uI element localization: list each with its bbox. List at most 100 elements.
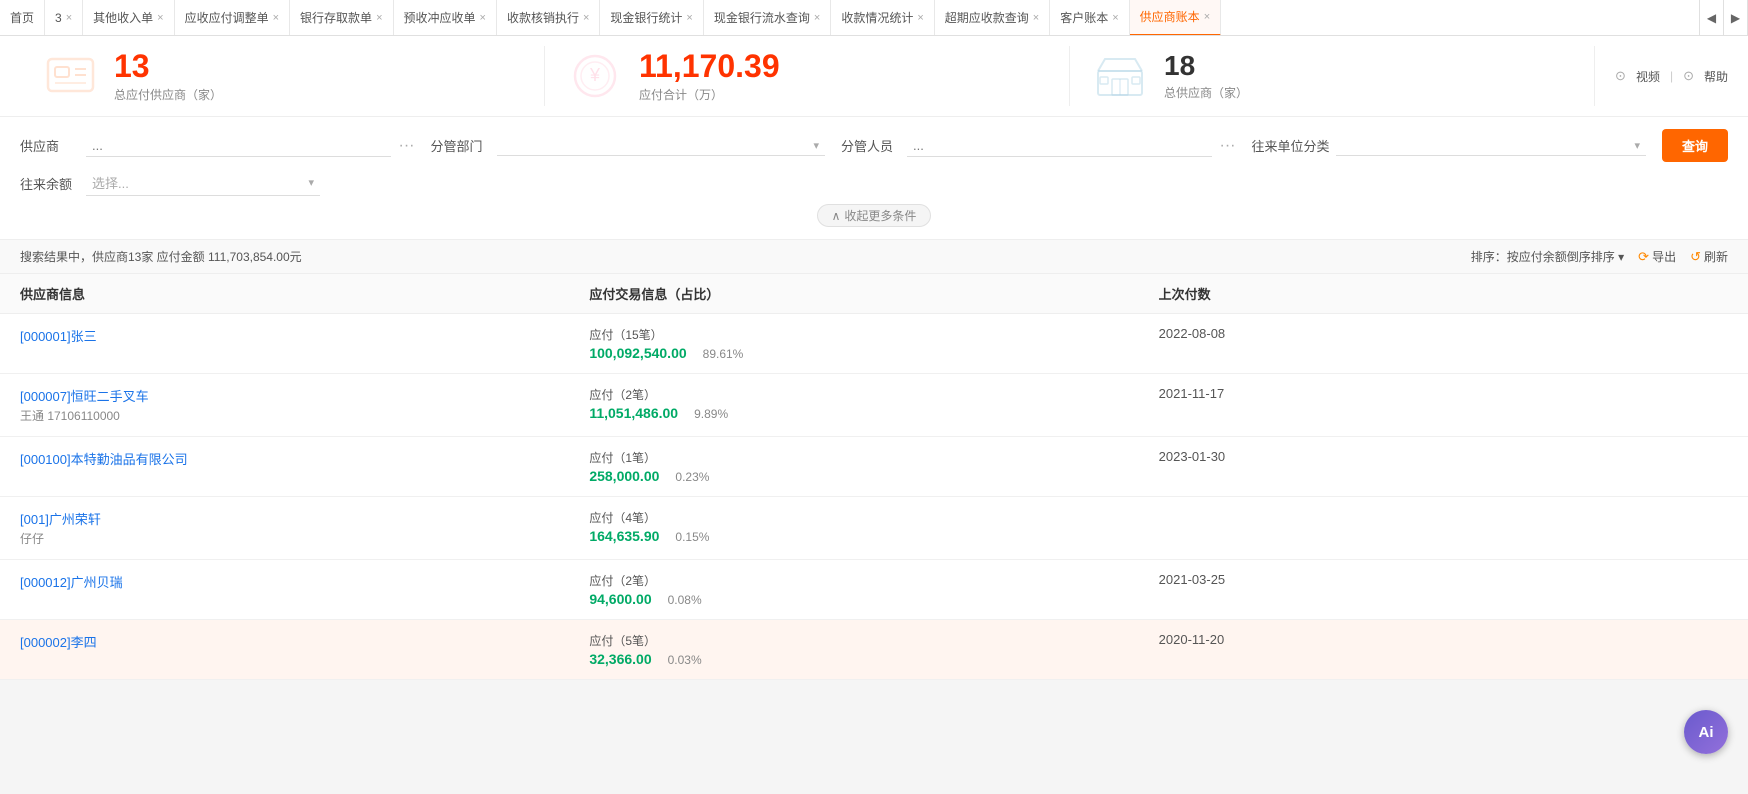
supplier-link[interactable]: [000012]广州贝瑞: [20, 575, 123, 590]
summary-bar: 13 总应付供应商（家） ¥ 11,170.39 应付合计（万）: [0, 36, 1748, 117]
table-row: [000100]本特勤油品有限公司 应付（1笔） 258,000.00 0.23…: [0, 437, 1748, 497]
refresh-icon: ↺: [1690, 249, 1701, 265]
close-icon[interactable]: ×: [1033, 12, 1039, 24]
nav-tab-cash-bank-stat[interactable]: 现金银行统计 ×: [600, 0, 703, 36]
nav-tab-prepay-ar[interactable]: 预收冲应收单 ×: [394, 0, 497, 36]
summary-card-total-suppliers: 18 总供应商（家）: [1070, 46, 1595, 106]
tx-percent: 9.89%: [694, 407, 728, 421]
tx-amount: 164,635.90: [589, 528, 659, 544]
nav-tab-receipt-stat[interactable]: 收款情况统计 ×: [831, 0, 934, 36]
balance-select[interactable]: 选择... ▾: [86, 170, 320, 196]
supplier-link[interactable]: [000002]李四: [20, 635, 97, 650]
table-row: [000007]恒旺二手叉车 王通 17106110000 应付（2笔） 11,…: [0, 374, 1748, 437]
sort-arrow-icon: ▾: [1618, 250, 1624, 264]
ai-button[interactable]: Ai: [1684, 710, 1728, 754]
person-input[interactable]: [907, 135, 1212, 157]
tx-label: 应付（2笔）: [589, 572, 1158, 589]
supplier-info-cell: [000100]本特勤油品有限公司: [20, 449, 589, 468]
unit-type-select[interactable]: ▾: [1336, 136, 1646, 156]
tx-row: 164,635.90 0.15%: [589, 526, 1158, 544]
close-icon[interactable]: ×: [583, 12, 589, 24]
dept-select[interactable]: ▾: [497, 136, 826, 156]
supplier-link[interactable]: [001]广州荣轩: [20, 512, 101, 527]
help-link[interactable]: 帮助: [1704, 68, 1728, 85]
supplier-link[interactable]: [000007]恒旺二手叉车: [20, 389, 149, 404]
close-icon[interactable]: ×: [376, 12, 382, 24]
close-icon[interactable]: ×: [814, 12, 820, 24]
tx-info-cell: 应付（1笔） 258,000.00 0.23%: [589, 449, 1158, 484]
collapse-label: 收起更多条件: [844, 207, 916, 224]
sort-label: 排序：按应付余额倒序排序: [1471, 250, 1615, 264]
nav-tab-cash-bank-query-label: 现金银行流水查询: [714, 9, 810, 26]
filter-balance: 往来余额 选择... ▾: [20, 170, 320, 196]
close-icon[interactable]: ×: [1204, 11, 1210, 23]
collapse-button[interactable]: ∧ 收起更多条件: [817, 204, 932, 227]
chevron-down-icon: ▾: [1634, 139, 1640, 152]
nav-tab-cash-bank-query[interactable]: 现金银行流水查询 ×: [704, 0, 831, 36]
person-filter-label: 分管人员: [841, 136, 901, 155]
nav-tab-other-income[interactable]: 其他收入单 ×: [83, 0, 174, 36]
filter-row-2: 往来余额 选择... ▾: [20, 170, 1728, 196]
close-icon[interactable]: ×: [273, 12, 279, 24]
unit-type-filter-label: 往来单位分类: [1252, 136, 1330, 155]
nav-tab-customer-ledger[interactable]: 客户账本 ×: [1050, 0, 1129, 36]
supplier-info-cell: [000002]李四: [20, 632, 589, 651]
table-row: [000012]广州贝瑞 应付（2笔） 94,600.00 0.08% 2021…: [0, 560, 1748, 620]
close-icon[interactable]: ×: [686, 12, 692, 24]
nav-tab-receipt-verify-label: 收款核销执行: [507, 9, 579, 26]
nav-arrow-left[interactable]: ◀: [1700, 0, 1724, 36]
last-pay-cell: 2021-03-25: [1159, 572, 1728, 587]
ai-label: Ai: [1699, 724, 1714, 741]
supplier-link[interactable]: [000001]张三: [20, 329, 97, 344]
nav-arrow-right[interactable]: ▶: [1724, 0, 1748, 36]
supplier-info-cell: [000012]广州贝瑞: [20, 572, 589, 591]
nav-tab-receipt-verify[interactable]: 收款核销执行 ×: [497, 0, 600, 36]
nav-tab-bank-deposit[interactable]: 银行存取款单 ×: [290, 0, 393, 36]
tx-label: 应付（15笔）: [589, 326, 1158, 343]
nav-arrows: ◀ ▶: [1699, 0, 1748, 36]
table-row: [001]广州荣轩 仔仔 应付（4笔） 164,635.90 0.15%: [0, 497, 1748, 560]
query-button[interactable]: 查询: [1662, 129, 1728, 162]
close-icon[interactable]: ×: [480, 12, 486, 24]
tx-row: 32,366.00 0.03%: [589, 649, 1158, 667]
summary-card-1-text: 13 总应付供应商（家）: [114, 49, 222, 103]
table-row: [000002]李四 应付（5笔） 32,366.00 0.03% 2020-1…: [0, 620, 1748, 680]
chevron-down-icon: ▾: [813, 139, 819, 152]
tx-info-cell: 应付（2笔） 11,051,486.00 9.89%: [589, 386, 1158, 421]
summary-card-payable: ¥ 11,170.39 应付合计（万）: [545, 46, 1070, 106]
collapse-icon: ∧: [832, 209, 841, 223]
close-icon[interactable]: ×: [157, 12, 163, 24]
supplier-sub: 仔仔: [20, 530, 589, 547]
nav-tab-ar-ap-adjust[interactable]: 应收应付调整单 ×: [175, 0, 290, 36]
last-pay-cell: 2021-11-17: [1159, 386, 1728, 401]
nav-tab-overdue-ar[interactable]: 超期应收款查询 ×: [935, 0, 1050, 36]
close-icon[interactable]: ×: [66, 12, 72, 24]
svg-text:¥: ¥: [589, 65, 601, 85]
tx-percent: 89.61%: [703, 347, 744, 361]
sort-link[interactable]: 排序：按应付余额倒序排序 ▾: [1471, 248, 1624, 265]
close-icon[interactable]: ×: [1112, 12, 1118, 24]
last-pay-date: 2023-01-30: [1159, 449, 1226, 464]
tx-percent: 0.23%: [675, 470, 709, 484]
summary-label-2: 应付合计（万）: [639, 86, 780, 103]
nav-tab-supplier-ledger[interactable]: 供应商账本 ×: [1130, 0, 1221, 36]
nav-tab-bank-deposit-label: 银行存取款单: [300, 9, 372, 26]
summary-num-3: 18: [1164, 51, 1248, 82]
close-icon[interactable]: ×: [917, 12, 923, 24]
supplier-input[interactable]: [86, 135, 391, 157]
person-dots-icon[interactable]: ···: [1220, 137, 1236, 155]
tx-amount: 94,600.00: [589, 591, 651, 607]
refresh-button[interactable]: ↺ 刷新: [1690, 248, 1728, 265]
filter-dept: 分管部门 ▾: [431, 136, 826, 156]
result-info: 搜索结果中，供应商13家 应付金额 111,703,854.00元: [20, 248, 302, 265]
tx-amount: 258,000.00: [589, 468, 659, 484]
export-button[interactable]: ⟳ 导出: [1638, 248, 1676, 265]
supplier-link[interactable]: [000100]本特勤油品有限公司: [20, 452, 188, 467]
nav-tab-home[interactable]: 首页: [0, 0, 45, 36]
nav-tab-3[interactable]: 3 ×: [45, 0, 83, 36]
video-link[interactable]: 视频: [1636, 68, 1660, 85]
dept-filter-label: 分管部门: [431, 136, 491, 155]
nav-tab-other-income-label: 其他收入单: [93, 9, 153, 26]
tx-amount: 11,051,486.00: [589, 405, 678, 421]
supplier-dots-icon[interactable]: ···: [399, 137, 415, 155]
